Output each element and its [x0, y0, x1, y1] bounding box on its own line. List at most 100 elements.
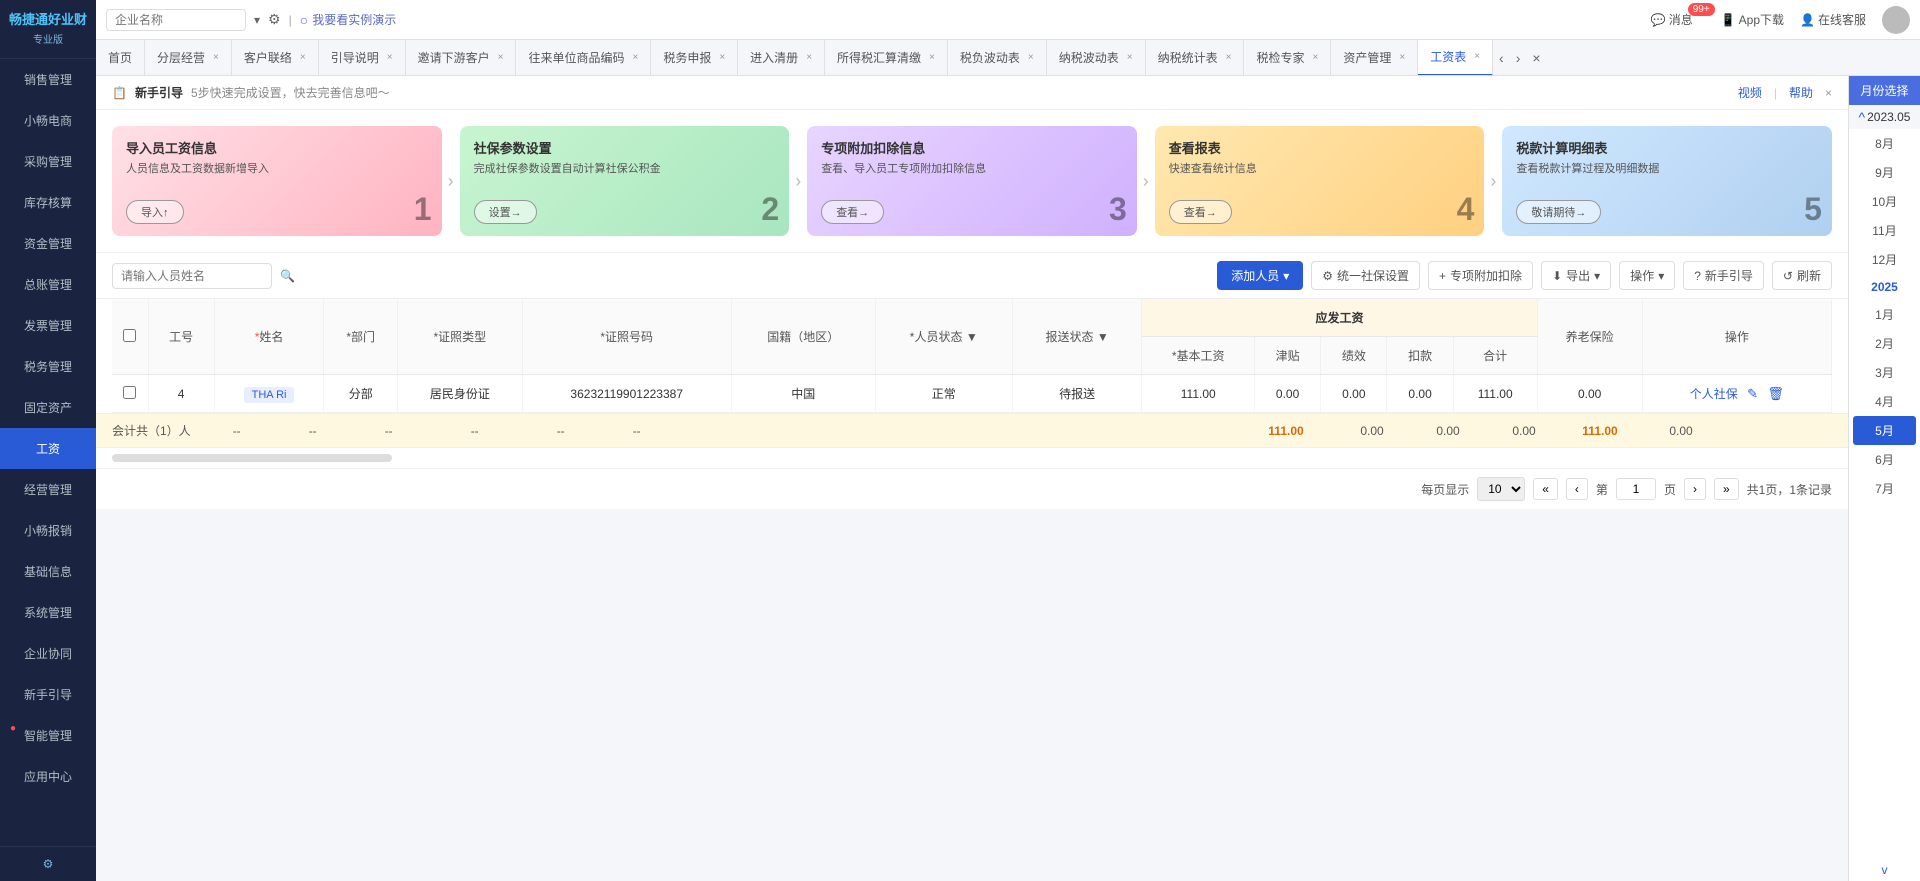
tab-tax-report[interactable]: 税务申报×	[651, 40, 738, 76]
refresh-button[interactable]: ↺ 刷新	[1772, 261, 1832, 290]
tab-close-wave[interactable]: ×	[1127, 52, 1133, 63]
tab-close-payroll[interactable]: ×	[1474, 51, 1480, 62]
tab-close-product[interactable]: ×	[632, 52, 638, 63]
tab-close-income[interactable]: ×	[929, 52, 935, 63]
operations-button[interactable]: 操作 ▾	[1619, 261, 1675, 290]
month-11[interactable]: 11月	[1849, 216, 1920, 245]
last-page-button[interactable]: »	[1714, 478, 1739, 500]
tab-close-stat[interactable]: ×	[1226, 52, 1232, 63]
user-avatar[interactable]	[1882, 6, 1910, 34]
month-6[interactable]: 6月	[1849, 445, 1920, 474]
current-page-input[interactable]	[1616, 478, 1656, 500]
tab-tax-burden[interactable]: 税负波动表×	[948, 40, 1047, 76]
tab-close-clearance[interactable]: ×	[806, 52, 812, 63]
sidebar-item-system[interactable]: 系统管理	[0, 592, 96, 633]
step-3-btn[interactable]: 查看→	[821, 200, 884, 224]
tab-close-burden[interactable]: ×	[1028, 52, 1034, 63]
sidebar-item-collab[interactable]: 企业协同	[0, 633, 96, 674]
demo-link[interactable]: ○ 我要看实例演示	[300, 11, 396, 28]
tab-income-tax[interactable]: 所得税汇算清缴×	[825, 40, 948, 76]
month-10[interactable]: 10月	[1849, 187, 1920, 216]
company-dropdown-icon[interactable]: ▾	[254, 13, 260, 27]
first-page-button[interactable]: «	[1533, 478, 1558, 500]
prev-page-button[interactable]: ‹	[1566, 478, 1588, 500]
month-3[interactable]: 3月	[1849, 358, 1920, 387]
month-9[interactable]: 9月	[1849, 158, 1920, 187]
sidebar-item-appstore[interactable]: 应用中心	[0, 756, 96, 797]
sidebar-item-ai[interactable]: ● 智能管理	[0, 715, 96, 756]
tab-close-asset[interactable]: ×	[1399, 52, 1405, 63]
export-button[interactable]: ⬇ 导出 ▾	[1541, 261, 1611, 290]
guide-close-icon[interactable]: ×	[1825, 86, 1832, 100]
employee-search-input[interactable]	[112, 263, 272, 289]
tab-close-tax[interactable]: ×	[719, 52, 725, 63]
app-download-button[interactable]: 📱 App下载	[1721, 11, 1784, 28]
sidebar-item-newguide[interactable]: 新手引导	[0, 674, 96, 715]
online-service-button[interactable]: 👤 在线客服	[1800, 11, 1866, 28]
sidebar-item-purchase[interactable]: 采购管理	[0, 141, 96, 182]
sidebar-item-tax[interactable]: 税务管理	[0, 346, 96, 387]
action-edit-icon[interactable]: ✎	[1747, 386, 1758, 401]
action-personal-insurance[interactable]: 个人社保	[1690, 387, 1738, 401]
tab-close-invite[interactable]: ×	[498, 52, 504, 63]
select-all-checkbox[interactable]	[123, 329, 136, 342]
special-deduction-button[interactable]: + 专项附加扣除	[1428, 261, 1533, 290]
sidebar-item-ledger[interactable]: 总账管理	[0, 264, 96, 305]
sidebar-item-inventory[interactable]: 库存核算	[0, 182, 96, 223]
sidebar-item-payroll[interactable]: 工资	[0, 428, 96, 469]
tab-customer[interactable]: 客户联络×	[232, 40, 319, 76]
tab-close-all[interactable]: ×	[1526, 50, 1546, 66]
unified-social-security-button[interactable]: ⚙ 统一社保设置	[1311, 261, 1420, 290]
tab-payroll[interactable]: 工资表×	[1418, 40, 1493, 76]
tab-nav-right[interactable]: ›	[1510, 50, 1527, 66]
tab-guide[interactable]: 引导说明×	[319, 40, 406, 76]
tab-tax-expert[interactable]: 税检专家×	[1244, 40, 1331, 76]
sidebar-item-basics[interactable]: 基础信息	[0, 551, 96, 592]
add-employee-button[interactable]: 添加人员 ▾	[1217, 261, 1303, 290]
tab-close-hierarchy[interactable]: ×	[213, 52, 219, 63]
tab-payment-stat[interactable]: 纳税统计表×	[1146, 40, 1245, 76]
month-5[interactable]: 5月	[1853, 416, 1916, 445]
step-1-btn[interactable]: 导入↑	[126, 200, 184, 224]
tab-asset-mgmt[interactable]: 资产管理×	[1331, 40, 1418, 76]
month-1[interactable]: 1月	[1849, 300, 1920, 329]
message-button[interactable]: 💬 消息 99+	[1651, 11, 1705, 28]
sidebar-item-invoice[interactable]: 发票管理	[0, 305, 96, 346]
sidebar-item-sales[interactable]: 销售管理	[0, 59, 96, 100]
tab-close-expert[interactable]: ×	[1312, 52, 1318, 63]
step-2-btn[interactable]: 设置→	[474, 200, 537, 224]
guide-help-link[interactable]: 帮助	[1789, 84, 1813, 101]
search-icon[interactable]: 🔍	[280, 269, 295, 283]
year-up-arrow[interactable]: ^	[1859, 109, 1866, 125]
sidebar-item-ops[interactable]: 经营管理	[0, 469, 96, 510]
tab-product-code[interactable]: 往来单位商品编码×	[516, 40, 651, 76]
sidebar-item-expense[interactable]: 小畅报销	[0, 510, 96, 551]
month-4[interactable]: 4月	[1849, 387, 1920, 416]
tab-close-customer[interactable]: ×	[300, 52, 306, 63]
year-down-arrow[interactable]: v	[1849, 859, 1920, 881]
step-5-btn[interactable]: 敬请期待→	[1516, 200, 1601, 224]
company-selector[interactable]	[106, 9, 246, 31]
tab-close-guide[interactable]: ×	[387, 52, 393, 63]
tab-clearance[interactable]: 进入清册×	[738, 40, 825, 76]
settings-icon[interactable]: ⚙	[0, 846, 96, 881]
per-page-select[interactable]: 10 20 50	[1477, 477, 1525, 501]
month-8[interactable]: 8月	[1849, 129, 1920, 158]
tab-invite[interactable]: 邀请下游客户×	[406, 40, 517, 76]
action-delete-icon[interactable]: 🗑	[1767, 386, 1784, 401]
newguide-button[interactable]: ? 新手引导	[1683, 261, 1764, 290]
month-2[interactable]: 2月	[1849, 329, 1920, 358]
sidebar-item-assets[interactable]: 固定资产	[0, 387, 96, 428]
guide-video-link[interactable]: 视频	[1738, 84, 1762, 101]
row-checkbox[interactable]	[123, 386, 136, 399]
tab-hierarchy[interactable]: 分层经营×	[145, 40, 232, 76]
tab-payment-wave[interactable]: 纳税波动表×	[1047, 40, 1146, 76]
step-4-btn[interactable]: 查看→	[1169, 200, 1232, 224]
horizontal-scrollbar[interactable]	[112, 454, 392, 462]
month-7[interactable]: 7月	[1849, 474, 1920, 503]
sidebar-item-ecommerce[interactable]: 小畅电商	[0, 100, 96, 141]
settings-gear-icon[interactable]: ⚙	[268, 11, 281, 28]
month-12[interactable]: 12月	[1849, 245, 1920, 274]
next-page-button[interactable]: ›	[1684, 478, 1706, 500]
tab-nav-left[interactable]: ‹	[1493, 50, 1510, 66]
